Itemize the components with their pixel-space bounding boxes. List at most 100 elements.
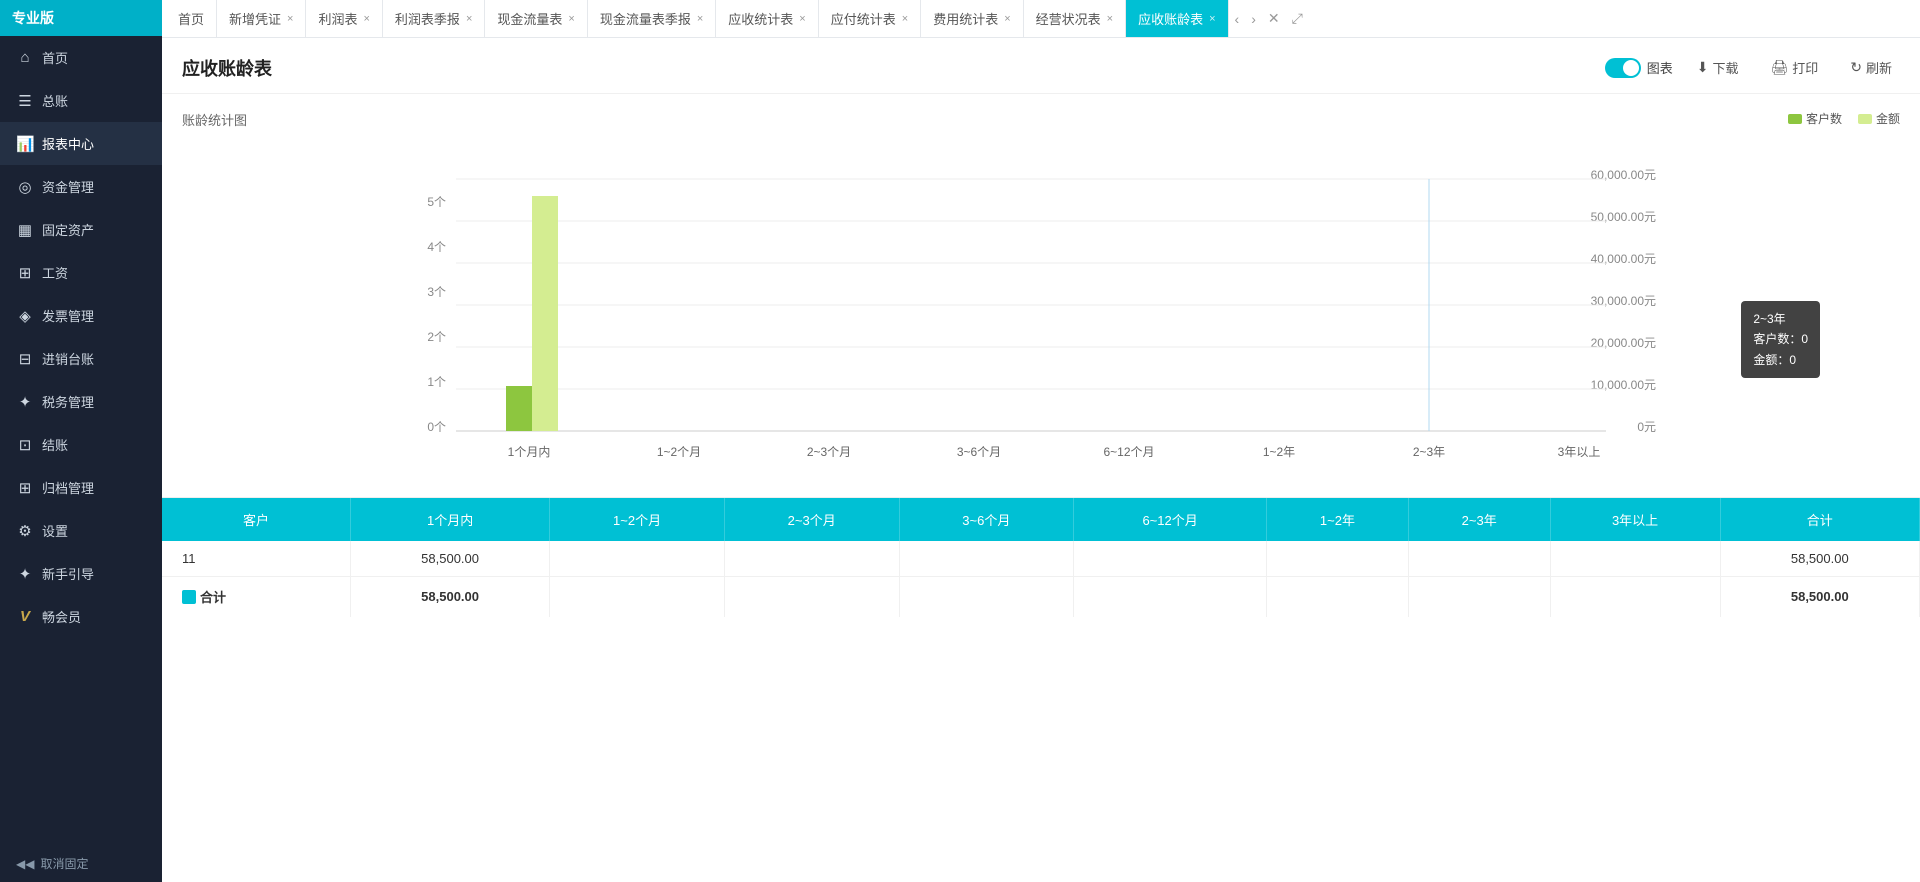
svg-text:60,000.00元: 60,000.00元: [1591, 168, 1656, 182]
sidebar-item-close[interactable]: ⊡ 结账: [0, 423, 162, 466]
tab-scroll-left[interactable]: ‹: [1229, 0, 1246, 38]
chart-svg: 0个 1个 2个 3个 4个 5个 0元 10,000.00元 20,000.0…: [182, 141, 1900, 481]
svg-text:3年以上: 3年以上: [1558, 445, 1601, 459]
svg-text:2~3年: 2~3年: [1413, 445, 1445, 459]
page-actions: 图表 ⬇ 下载 🖨 打印 ↻ 刷新: [1605, 54, 1900, 81]
tab-biz[interactable]: 经营状况表 ×: [1024, 0, 1126, 38]
table-container: 客户 1个月内 1~2个月 2~3个月 3~6个月 6~12个月 1~2年 2~…: [162, 498, 1920, 637]
tab-ap-stat[interactable]: 应付统计表 ×: [819, 0, 921, 38]
sidebar-item-label: 税务管理: [42, 392, 94, 411]
tab-ar-age[interactable]: 应收账龄表 ×: [1126, 0, 1228, 38]
tab-expense-close[interactable]: ×: [1004, 13, 1010, 25]
tab-voucher[interactable]: 新增凭证 ×: [217, 0, 306, 38]
sidebar-item-ledger[interactable]: ☰ 总账: [0, 79, 162, 122]
svg-text:6~12个月: 6~12个月: [1103, 445, 1154, 459]
footer-m612: [1074, 577, 1267, 617]
sidebar-item-assets[interactable]: ▦ 固定资产: [0, 208, 162, 251]
tab-cashflow-close[interactable]: ×: [568, 13, 574, 25]
toggle-track[interactable]: [1605, 58, 1641, 78]
ledger-icon: ☰: [16, 92, 34, 110]
cell-m36: [899, 541, 1074, 577]
sidebar-item-guide[interactable]: ✦ 新手引导: [0, 552, 162, 595]
chart-toggle[interactable]: 图表: [1605, 58, 1673, 78]
sidebar-item-reports[interactable]: 📊 报表中心: [0, 122, 162, 165]
tab-cashflow[interactable]: 现金流量表 ×: [485, 0, 587, 38]
capital-icon: ◎: [16, 178, 34, 196]
tab-profit[interactable]: 利润表 ×: [306, 0, 382, 38]
footer-label-text: 合计: [200, 587, 226, 606]
legend-customers-color: [1788, 114, 1802, 124]
cell-m12: [550, 541, 725, 577]
col-y23: 2~3年: [1408, 498, 1550, 541]
tab-voucher-close[interactable]: ×: [287, 13, 293, 25]
svg-text:3个: 3个: [427, 285, 446, 299]
tab-cashflow-label: 现金流量表: [497, 9, 562, 28]
sidebar-item-salary[interactable]: ⊞ 工资: [0, 251, 162, 294]
sidebar-item-settings[interactable]: ⚙ 设置: [0, 509, 162, 552]
col-y12: 1~2年: [1267, 498, 1409, 541]
cell-customer: 11: [162, 541, 350, 577]
svg-text:1~2年: 1~2年: [1263, 445, 1295, 459]
download-icon: ⬇: [1697, 59, 1709, 76]
chart-title: 账龄统计图: [182, 110, 1900, 129]
sidebar-item-label: 资金管理: [42, 177, 94, 196]
footer-m12: [550, 577, 725, 617]
svg-text:10,000.00元: 10,000.00元: [1591, 378, 1656, 392]
svg-text:2~3个月: 2~3个月: [807, 445, 851, 459]
print-button[interactable]: 🖨 打印: [1762, 54, 1826, 81]
tab-home[interactable]: 首页: [166, 0, 217, 38]
tab-close-all[interactable]: ✕: [1262, 0, 1286, 38]
sidebar-item-invoice[interactable]: ◈ 发票管理: [0, 294, 162, 337]
footer-m36: [899, 577, 1074, 617]
tab-cashflow-q-close[interactable]: ×: [697, 13, 703, 25]
svg-text:30,000.00元: 30,000.00元: [1591, 294, 1656, 308]
main-content: 首页 新增凭证 × 利润表 × 利润表季报 × 现金流量表 × 现金流量表季报 …: [162, 0, 1920, 882]
sidebar-item-label: 固定资产: [42, 220, 94, 239]
tab-voucher-label: 新增凭证: [229, 9, 281, 28]
sidebar-item-tax[interactable]: ✦ 税务管理: [0, 380, 162, 423]
refresh-label: 刷新: [1866, 58, 1892, 77]
footer-m1: 58,500.00: [350, 577, 549, 617]
refresh-button[interactable]: ↻ 刷新: [1842, 54, 1900, 81]
legend-customers-label: 客户数: [1806, 110, 1842, 127]
table-footer-row: 合计 58,500.00 58,500.00: [162, 577, 1920, 617]
footer-y12: [1267, 577, 1409, 617]
tab-profit-q[interactable]: 利润表季报 ×: [383, 0, 485, 38]
tab-expand[interactable]: ⤢: [1286, 0, 1309, 38]
tab-ar-stat-close[interactable]: ×: [799, 13, 805, 25]
sidebar-item-capital[interactable]: ◎ 资金管理: [0, 165, 162, 208]
sidebar-item-label: 总账: [42, 91, 68, 110]
sidebar-item-vip[interactable]: V 畅会员: [0, 595, 162, 638]
footer-y23: [1408, 577, 1550, 617]
tab-ap-stat-close[interactable]: ×: [902, 13, 908, 25]
page-header: 应收账龄表 图表 ⬇ 下载 🖨 打印 ↻ 刷新: [162, 38, 1920, 94]
sidebar-item-archive[interactable]: ⊞ 归档管理: [0, 466, 162, 509]
toggle-label: 图表: [1647, 58, 1673, 77]
bar-amount-1m: [532, 196, 558, 431]
svg-text:1个月内: 1个月内: [508, 445, 551, 459]
sidebar-item-home[interactable]: ⌂ 首页: [0, 36, 162, 79]
archive-icon: ⊞: [16, 479, 34, 497]
tab-expense[interactable]: 费用统计表 ×: [921, 0, 1023, 38]
tab-scroll-right[interactable]: ›: [1245, 0, 1262, 38]
tab-profit-q-close[interactable]: ×: [466, 13, 472, 25]
svg-text:5个: 5个: [427, 195, 446, 209]
tab-ar-age-close[interactable]: ×: [1209, 13, 1215, 25]
footer-y3plus: [1550, 577, 1720, 617]
sidebar-item-label: 首页: [42, 48, 68, 67]
legend-amount-color: [1858, 114, 1872, 124]
sidebar-collapse-btn[interactable]: ◀◀ 取消固定: [0, 845, 162, 882]
download-label: 下载: [1712, 58, 1738, 77]
tab-expense-label: 费用统计表: [933, 9, 998, 28]
tab-ar-stat[interactable]: 应收统计表 ×: [716, 0, 818, 38]
tab-biz-close[interactable]: ×: [1107, 13, 1113, 25]
sidebar-item-stock[interactable]: ⊟ 进销台账: [0, 337, 162, 380]
cell-y3plus: [1550, 541, 1720, 577]
download-button[interactable]: ⬇ 下载: [1689, 54, 1747, 81]
cell-y12: [1267, 541, 1409, 577]
tab-profit-close[interactable]: ×: [363, 13, 369, 25]
vip-icon: V: [16, 608, 34, 625]
legend-amount-label: 金额: [1876, 110, 1900, 127]
svg-text:3~6个月: 3~6个月: [957, 445, 1001, 459]
tab-cashflow-q[interactable]: 现金流量表季报 ×: [588, 0, 716, 38]
